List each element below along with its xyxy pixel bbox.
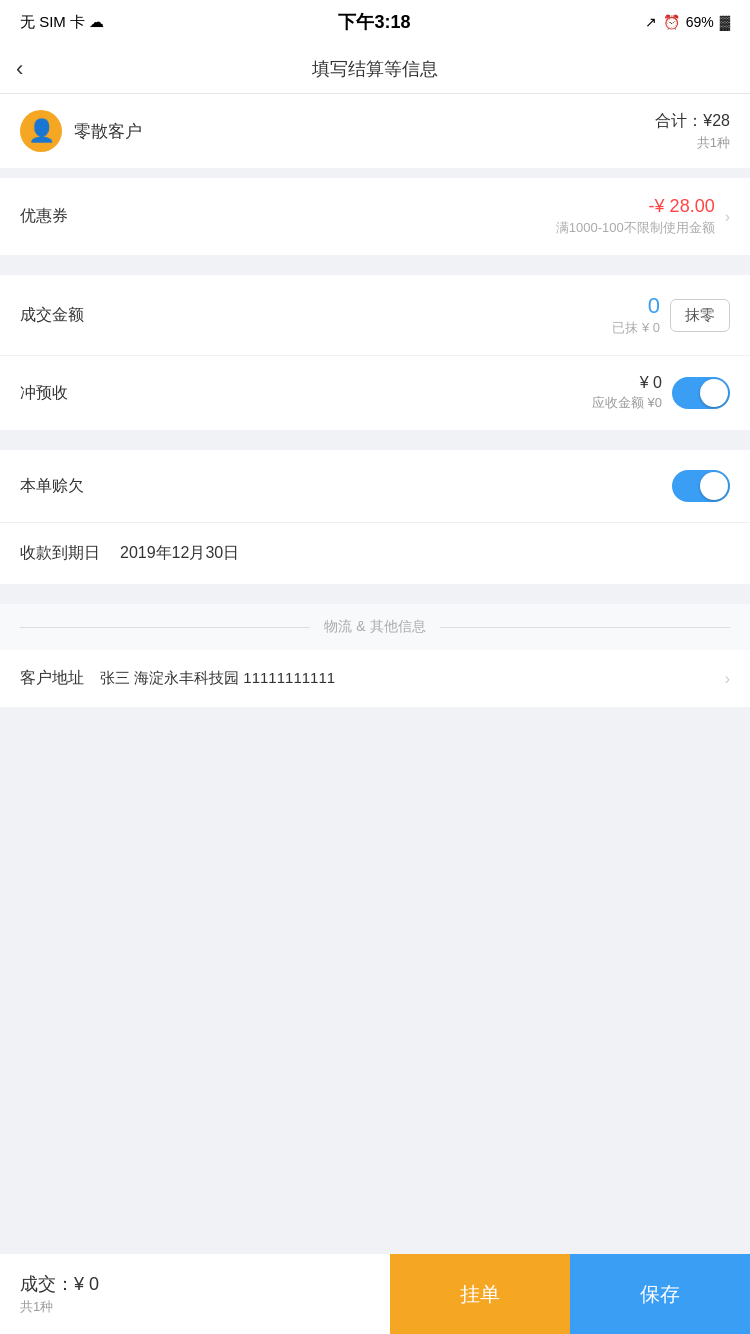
customer-avatar: 👤 [20, 110, 62, 152]
deal-amount-input[interactable] [600, 293, 660, 319]
logistics-line-right [440, 627, 730, 628]
alarm-icon: ⏰ [663, 14, 680, 30]
debit-label: 本单赊欠 [20, 476, 84, 497]
address-row[interactable]: 客户地址 张三 海淀永丰科技园 11111111111 › [0, 650, 750, 707]
content-area: 👤 零散客户 合计：¥28 共1种 优惠券 -¥ 28.00 满1000-100… [0, 94, 750, 997]
status-time: 下午3:18 [338, 10, 410, 34]
bottom-info: 成交：¥ 0 共1种 [0, 1272, 390, 1316]
due-date-value: 2019年12月30日 [120, 543, 239, 564]
coupon-hint: 满1000-100不限制使用金额 [556, 219, 715, 237]
bottom-deal-amount: 成交：¥ 0 [20, 1272, 370, 1296]
coupon-label: 优惠券 [20, 206, 68, 227]
prepay-value-block: ¥ 0 应收金额 ¥0 [592, 374, 662, 412]
prepay-value-sub: 应收金额 ¥0 [592, 394, 662, 412]
bottom-deal-label: 成交： [20, 1274, 74, 1294]
back-button[interactable]: ‹ [16, 56, 23, 82]
address-value: 张三 海淀永丰科技园 11111111111 [100, 669, 725, 688]
page-title: 填写结算等信息 [312, 57, 438, 81]
hang-order-button[interactable]: 挂单 [390, 1254, 570, 1334]
nav-bar: ‹ 填写结算等信息 [0, 44, 750, 94]
debit-toggle-knob [700, 472, 728, 500]
address-label: 客户地址 [20, 668, 84, 689]
deal-amount-label: 成交金额 [20, 305, 84, 326]
coupon-section[interactable]: 优惠券 -¥ 28.00 满1000-100不限制使用金额 › [0, 178, 750, 255]
status-right: ↗ ⏰ 69% ▓ [645, 14, 730, 30]
customer-total-block: 合计：¥28 共1种 [655, 111, 730, 152]
coupon-chevron-icon: › [725, 208, 730, 226]
address-chevron-icon: › [725, 670, 730, 688]
coupon-row[interactable]: 优惠券 -¥ 28.00 满1000-100不限制使用金额 › [0, 178, 750, 255]
due-date-label: 收款到期日 [20, 543, 100, 564]
debit-toggle[interactable] [672, 470, 730, 502]
status-bar: 无 SIM 卡 ☁ 下午3:18 ↗ ⏰ 69% ▓ [0, 0, 750, 44]
sim-status: 无 SIM 卡 ☁ [20, 13, 104, 32]
battery-level: 69% [686, 14, 714, 30]
debit-section: 本单赊欠 收款到期日 2019年12月30日 [0, 450, 750, 584]
user-icon: 👤 [28, 118, 55, 144]
deal-amount-right: 已抹 ¥ 0 抹零 [600, 293, 730, 337]
save-button[interactable]: 保存 [570, 1254, 750, 1334]
prepay-right: ¥ 0 应收金额 ¥0 [592, 374, 730, 412]
logistics-section-label: 物流 & 其他信息 [324, 618, 425, 636]
coupon-discount: -¥ 28.00 [556, 196, 715, 217]
coupon-value-block: -¥ 28.00 满1000-100不限制使用金额 [556, 196, 715, 237]
address-section[interactable]: 客户地址 张三 海淀永丰科技园 11111111111 › [0, 650, 750, 707]
debit-row: 本单赊欠 [0, 450, 750, 522]
prepay-toggle[interactable] [672, 377, 730, 409]
customer-count: 共1种 [655, 134, 730, 152]
location-icon: ↗ [645, 14, 657, 30]
prepay-value-main: ¥ 0 [592, 374, 662, 392]
toggle-knob [700, 379, 728, 407]
divider-3 [0, 594, 750, 604]
bottom-bar: 成交：¥ 0 共1种 挂单 保存 [0, 1254, 750, 1334]
divider-2 [0, 440, 750, 450]
prepay-row: 冲预收 ¥ 0 应收金额 ¥0 [0, 356, 750, 430]
customer-info: 👤 零散客户 [20, 110, 142, 152]
empty-area [0, 717, 750, 917]
deal-amount-sub: 已抹 ¥ 0 [600, 319, 660, 337]
coupon-right: -¥ 28.00 满1000-100不限制使用金额 › [556, 196, 730, 237]
bottom-deal-value: ¥ 0 [74, 1274, 99, 1294]
deal-amount-row: 成交金额 已抹 ¥ 0 抹零 [0, 275, 750, 356]
customer-row: 👤 零散客户 合计：¥28 共1种 [0, 94, 750, 168]
bottom-count: 共1种 [20, 1298, 370, 1316]
customer-total: 合计：¥28 [655, 111, 730, 132]
logistics-line-left [20, 627, 310, 628]
battery-icon: ▓ [720, 14, 730, 30]
divider-1 [0, 265, 750, 275]
status-left: 无 SIM 卡 ☁ [20, 13, 104, 32]
round-zero-button[interactable]: 抹零 [670, 299, 730, 332]
amount-section: 成交金额 已抹 ¥ 0 抹零 冲预收 ¥ 0 应收金额 ¥0 [0, 275, 750, 430]
logistics-header: 物流 & 其他信息 [0, 604, 750, 650]
due-date-row: 收款到期日 2019年12月30日 [0, 522, 750, 584]
prepay-label: 冲预收 [20, 383, 68, 404]
customer-name: 零散客户 [74, 120, 142, 143]
deal-amount-value-block: 已抹 ¥ 0 [600, 293, 660, 337]
